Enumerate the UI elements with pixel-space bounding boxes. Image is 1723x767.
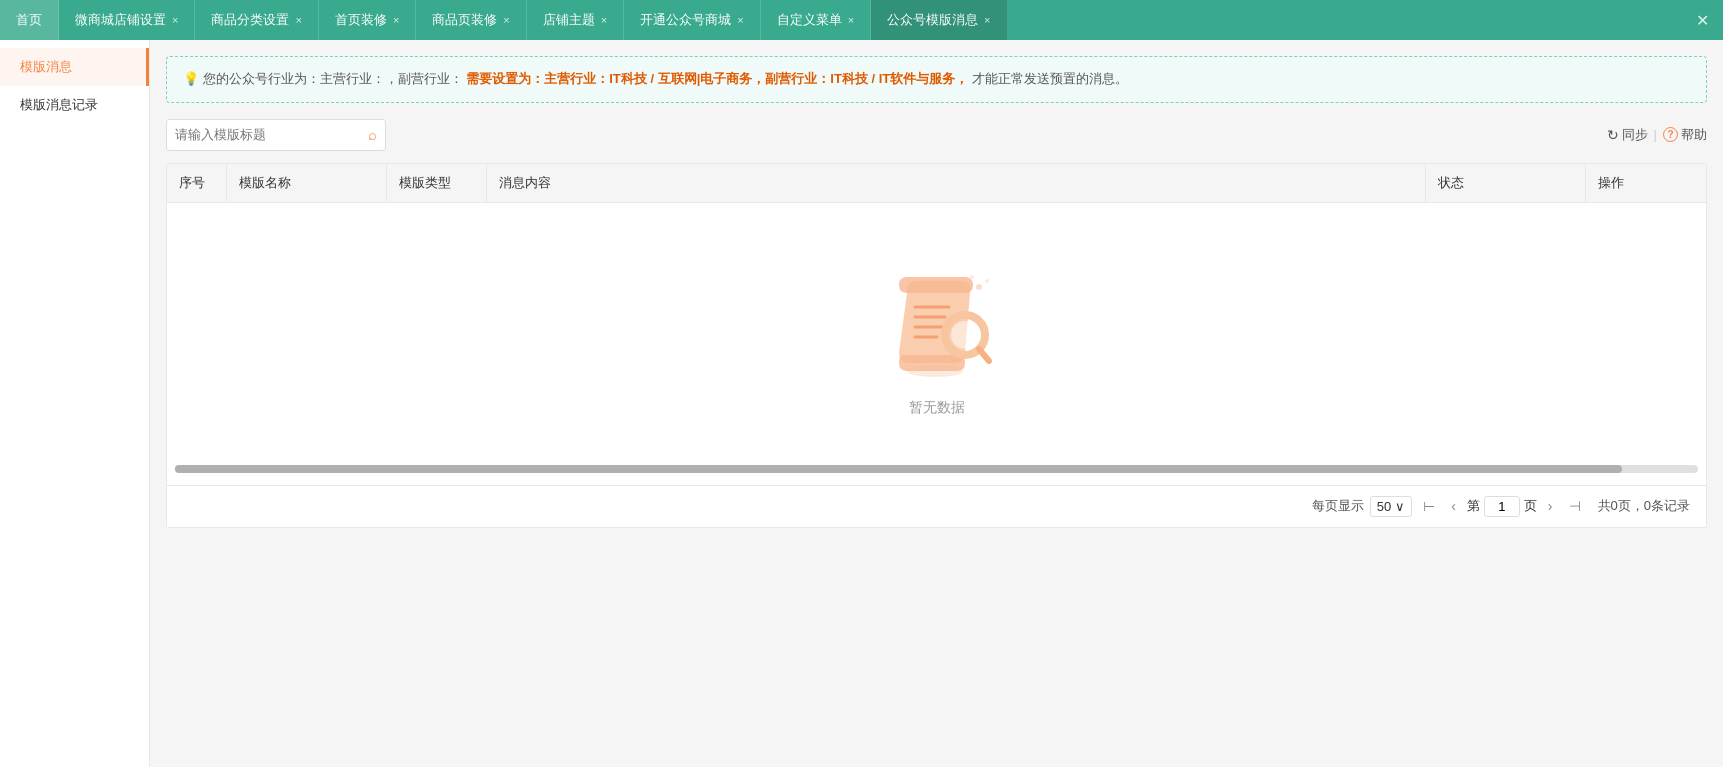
help-button[interactable]: ? 帮助 xyxy=(1663,126,1707,144)
last-page-button[interactable]: ⊣ xyxy=(1564,496,1586,516)
search-bar: ⌕ ↻ 同步 | ? 帮助 xyxy=(166,119,1707,151)
next-page-button[interactable]: › xyxy=(1543,496,1558,516)
search-icon[interactable]: ⌕ xyxy=(368,126,377,143)
empty-state-icon xyxy=(877,263,997,383)
tab-template-msg-close[interactable]: × xyxy=(984,14,990,26)
tab-store-settings-close[interactable]: × xyxy=(172,14,178,26)
sidebar-item-template-message-log[interactable]: 模版消息记录 xyxy=(0,86,149,124)
top-nav: 首页 微商城店铺设置 × 商品分类设置 × 首页装修 × 商品页装修 × 店铺主… xyxy=(0,0,1723,40)
help-label: 帮助 xyxy=(1681,126,1707,144)
th-type: 模版类型 xyxy=(387,164,487,202)
empty-state: 暂无数据 xyxy=(167,203,1706,457)
tab-home-decoration-label: 首页装修 xyxy=(335,11,387,29)
th-name: 模版名称 xyxy=(227,164,387,202)
tab-home-label: 首页 xyxy=(16,11,42,29)
svg-point-8 xyxy=(976,284,982,290)
help-icon: ? xyxy=(1663,127,1678,142)
content-area: 💡 您的公众号行业为：主营行业：，副营行业： 需要设置为：主营行业：IT科技 /… xyxy=(150,40,1723,767)
tab-store-settings-label: 微商城店铺设置 xyxy=(75,11,166,29)
tab-product-category-label: 商品分类设置 xyxy=(211,11,289,29)
empty-text: 暂无数据 xyxy=(909,399,965,417)
table-header: 序号 模版名称 模版类型 消息内容 状态 操作 xyxy=(167,164,1706,203)
tab-home-decoration[interactable]: 首页装修 × xyxy=(319,0,416,40)
pagination: 每页显示 50 ∨ ⊢ ‹ 第 页 › ⊣ 共0页，0条记录 xyxy=(167,485,1706,527)
tab-custom-menu-label: 自定义菜单 xyxy=(777,11,842,29)
page-input-wrap: 第 页 xyxy=(1467,496,1537,517)
tab-product-decoration[interactable]: 商品页装修 × xyxy=(416,0,526,40)
tab-template-msg[interactable]: 公众号模版消息 × xyxy=(871,0,1007,40)
tab-open-mall-close[interactable]: × xyxy=(737,14,743,26)
tab-home-decoration-close[interactable]: × xyxy=(393,14,399,26)
sync-label: 同步 xyxy=(1622,126,1648,144)
page-size-value: 50 xyxy=(1377,499,1391,514)
tab-store-settings[interactable]: 微商城店铺设置 × xyxy=(59,0,195,40)
total-info: 共0页，0条记录 xyxy=(1598,497,1690,515)
tab-product-category-close[interactable]: × xyxy=(295,14,301,26)
svg-point-9 xyxy=(985,279,989,283)
tab-custom-menu-close[interactable]: × xyxy=(848,14,854,26)
th-action: 操作 xyxy=(1586,164,1706,202)
page-unit: 页 xyxy=(1524,497,1537,515)
notice-prefix: 您的公众号行业为：主营行业：，副营行业： xyxy=(203,71,463,86)
sidebar-item-template-message[interactable]: 模版消息 xyxy=(0,48,149,86)
th-status: 状态 xyxy=(1426,164,1586,202)
tab-template-msg-label: 公众号模版消息 xyxy=(887,11,978,29)
tab-product-decoration-label: 商品页装修 xyxy=(432,11,497,29)
sidebar: 模版消息 模版消息记录 xyxy=(0,40,150,767)
sync-button[interactable]: ↻ 同步 xyxy=(1607,126,1648,144)
tab-custom-menu[interactable]: 自定义菜单 × xyxy=(761,0,871,40)
tab-open-mall-label: 开通公众号商城 xyxy=(640,11,731,29)
notice-highlight: 需要设置为：主营行业：IT科技 / 互联网|电子商务，副营行业：IT科技 / I… xyxy=(466,71,968,86)
th-content: 消息内容 xyxy=(487,164,1426,202)
horizontal-scrollbar[interactable] xyxy=(167,465,1706,485)
search-input[interactable] xyxy=(175,127,368,142)
tab-product-decoration-close[interactable]: × xyxy=(503,14,509,26)
prev-page-button[interactable]: ‹ xyxy=(1446,496,1461,516)
tab-home[interactable]: 首页 xyxy=(0,0,59,40)
search-input-wrap: ⌕ xyxy=(166,119,386,151)
tab-store-theme-label: 店铺主题 xyxy=(543,11,595,29)
th-index: 序号 xyxy=(167,164,227,202)
main-layout: 模版消息 模版消息记录 💡 您的公众号行业为：主营行业：，副营行业： 需要设置为… xyxy=(0,40,1723,767)
sync-icon: ↻ xyxy=(1607,127,1619,143)
page-size-label: 每页显示 xyxy=(1312,497,1364,515)
page-input[interactable] xyxy=(1484,496,1520,517)
tab-open-mall[interactable]: 开通公众号商城 × xyxy=(624,0,760,40)
tab-store-theme-close[interactable]: × xyxy=(601,14,607,26)
chevron-down-icon: ∨ xyxy=(1395,499,1405,514)
page-size-select[interactable]: 50 ∨ xyxy=(1370,496,1412,517)
toolbar-right: ↻ 同步 | ? 帮助 xyxy=(1607,126,1707,144)
first-page-button[interactable]: ⊢ xyxy=(1418,496,1440,516)
tab-product-category[interactable]: 商品分类设置 × xyxy=(195,0,318,40)
svg-point-6 xyxy=(951,321,979,349)
close-all-button[interactable]: ✕ xyxy=(1682,11,1723,30)
svg-point-10 xyxy=(970,275,974,279)
toolbar-divider: | xyxy=(1654,127,1657,142)
data-table: 序号 模版名称 模版类型 消息内容 状态 操作 xyxy=(166,163,1707,528)
sidebar-item-template-message-label: 模版消息 xyxy=(20,59,72,74)
page-di-label: 第 xyxy=(1467,497,1480,515)
svg-line-7 xyxy=(979,349,989,361)
notice-suffix: 才能正常发送预置的消息。 xyxy=(972,71,1128,86)
notice-icon: 💡 xyxy=(183,71,203,86)
sidebar-item-template-message-log-label: 模版消息记录 xyxy=(20,97,98,112)
tab-store-theme[interactable]: 店铺主题 × xyxy=(527,0,624,40)
notice-banner: 💡 您的公众号行业为：主营行业：，副营行业： 需要设置为：主营行业：IT科技 /… xyxy=(166,56,1707,103)
